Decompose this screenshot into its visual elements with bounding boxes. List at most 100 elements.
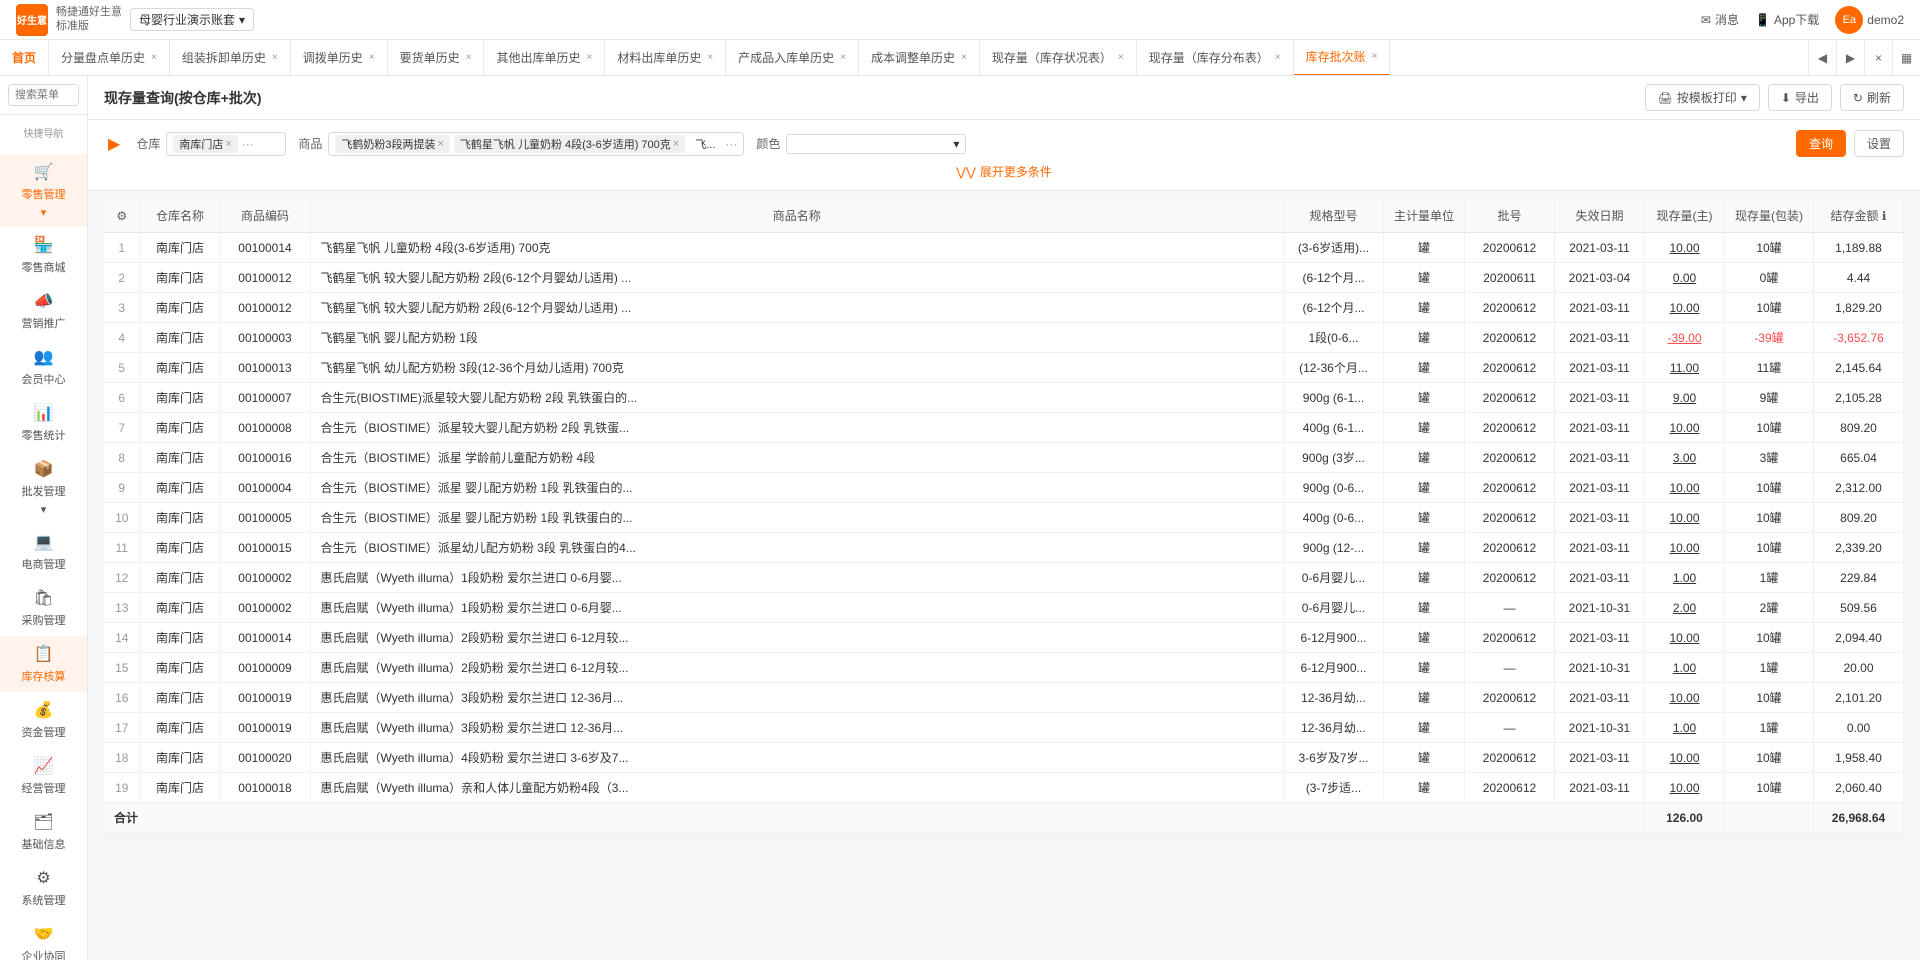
tab-diaopo[interactable]: 调拨单历史 × bbox=[291, 40, 388, 76]
cell-expire: 2021-03-11 bbox=[1555, 413, 1645, 443]
cell-amount: 2,312.00 bbox=[1814, 473, 1904, 503]
cell-unit: 罐 bbox=[1383, 653, 1464, 683]
cell-qty-pkg: 3罐 bbox=[1725, 443, 1814, 473]
tab-kucun-pici[interactable]: 库存批次账 × bbox=[1294, 40, 1391, 76]
sidebar-item-retail-stats[interactable]: 📊 零售统计 bbox=[0, 395, 87, 451]
cell-qty[interactable]: 10.00 bbox=[1645, 533, 1725, 563]
close-icon[interactable]: × bbox=[840, 52, 846, 63]
search-input[interactable] bbox=[8, 84, 79, 106]
sidebar-item-finance[interactable]: 💰 资金管理 bbox=[0, 692, 87, 748]
tab-qita-chuku[interactable]: 其他出库单历史 × bbox=[484, 40, 605, 76]
cell-qty[interactable]: 10.00 bbox=[1645, 233, 1725, 263]
sidebar-item-inventory[interactable]: 📋 库存核算 bbox=[0, 636, 87, 692]
tab-menu-button[interactable]: ▦ bbox=[1892, 40, 1920, 76]
sidebar-item-system[interactable]: ⚙ 系统管理 bbox=[0, 860, 87, 916]
remove-goods-tag-2[interactable]: × bbox=[673, 138, 679, 150]
goods-more[interactable]: ··· bbox=[725, 137, 737, 151]
cell-qty[interactable]: 1.00 bbox=[1645, 653, 1725, 683]
filter-expand-arrow[interactable]: ▶ bbox=[104, 134, 124, 154]
settings-icon[interactable]: ⚙ bbox=[116, 209, 127, 223]
remove-goods-tag-1[interactable]: × bbox=[437, 138, 443, 150]
user-profile[interactable]: Ea demo2 bbox=[1835, 6, 1904, 34]
sidebar-item-ecommerce[interactable]: 💻 电商管理 bbox=[0, 524, 87, 580]
cell-warehouse: 南库门店 bbox=[140, 713, 220, 743]
query-button[interactable]: 查询 bbox=[1796, 130, 1846, 157]
tab-next-button[interactable]: ▶ bbox=[1836, 40, 1864, 76]
tab-yaohuo[interactable]: 要货单历史 × bbox=[388, 40, 485, 76]
tab-chanchengpin[interactable]: 产成品入库单历史 × bbox=[726, 40, 859, 76]
sidebar-item-retail[interactable]: 🛒 零售管理 ▾ bbox=[0, 154, 87, 227]
remove-warehouse-tag[interactable]: × bbox=[225, 138, 231, 150]
app-download-button[interactable]: 📱 App下载 bbox=[1755, 11, 1819, 28]
sidebar-item-mall[interactable]: 🏪 零售商城 bbox=[0, 227, 87, 283]
table-container: ⚙ 仓库名称 商品编码 商品名称 规格型号 主计量单位 批号 失效日期 现存量(… bbox=[88, 191, 1920, 960]
cell-expire: 2021-03-11 bbox=[1555, 353, 1645, 383]
template-print-button[interactable]: 🖨 按模板打印 ▾ bbox=[1645, 84, 1760, 111]
cell-qty[interactable]: 1.00 bbox=[1645, 713, 1725, 743]
cell-qty[interactable]: 10.00 bbox=[1645, 743, 1725, 773]
cell-amount: 0.00 bbox=[1814, 713, 1904, 743]
close-icon[interactable]: × bbox=[369, 52, 375, 63]
tab-chengben[interactable]: 成本调整单历史 × bbox=[859, 40, 980, 76]
tab-close-all-button[interactable]: × bbox=[1864, 40, 1892, 76]
sidebar-item-marketing[interactable]: 📣 营销推广 bbox=[0, 283, 87, 339]
close-icon[interactable]: × bbox=[466, 52, 472, 63]
th-settings[interactable]: ⚙ bbox=[104, 199, 140, 233]
tab-prev-button[interactable]: ◀ bbox=[1808, 40, 1836, 76]
cell-qty[interactable]: 10.00 bbox=[1645, 623, 1725, 653]
sidebar-item-wholesale[interactable]: 📦 批发管理 ▾ bbox=[0, 451, 87, 524]
cell-qty[interactable]: 10.00 bbox=[1645, 293, 1725, 323]
refresh-button[interactable]: ↻ 刷新 bbox=[1840, 84, 1904, 111]
goods-tag-group[interactable]: 飞鹤奶粉3段两提装 × 飞鹤星飞帆 儿童奶粉 4段(3-6岁适用) 700克 ×… bbox=[328, 132, 744, 156]
tab-xiancunliang-fen[interactable]: 现存量（库存分布表） × bbox=[1137, 40, 1294, 76]
tab-home[interactable]: 首页 bbox=[0, 40, 49, 76]
download-icon: 📱 bbox=[1755, 13, 1770, 27]
th-code: 商品编码 bbox=[220, 199, 310, 233]
settings-button[interactable]: 设置 bbox=[1854, 130, 1904, 157]
export-button[interactable]: ⬇ 导出 bbox=[1768, 84, 1832, 111]
cell-qty[interactable]: 10.00 bbox=[1645, 773, 1725, 803]
warehouse-select[interactable]: 母婴行业演示账套 ▾ bbox=[130, 8, 254, 31]
tab-xiancunliang-zhuang[interactable]: 现存量（库存状况表） × bbox=[980, 40, 1137, 76]
close-icon[interactable]: × bbox=[151, 52, 157, 63]
cell-name: 惠氏启赋（Wyeth illuma）1段奶粉 爱尔兰进口 0-6月婴... bbox=[310, 563, 1283, 593]
cell-qty[interactable]: 0.00 bbox=[1645, 263, 1725, 293]
close-icon[interactable]: × bbox=[707, 52, 713, 63]
warehouse-more[interactable]: ··· bbox=[242, 137, 254, 151]
cell-qty[interactable]: 3.00 bbox=[1645, 443, 1725, 473]
purchase-icon: 🛍 bbox=[33, 588, 53, 608]
cell-qty[interactable]: 10.00 bbox=[1645, 413, 1725, 443]
cell-qty[interactable]: 9.00 bbox=[1645, 383, 1725, 413]
message-button[interactable]: ✉ 消息 bbox=[1701, 11, 1739, 28]
tab-fenliang[interactable]: 分量盘点单历史 × bbox=[49, 40, 170, 76]
tab-nav-buttons: ◀ ▶ × ▦ bbox=[1808, 40, 1920, 76]
cell-qty[interactable]: -39.00 bbox=[1645, 323, 1725, 353]
close-icon[interactable]: × bbox=[961, 52, 967, 63]
close-icon[interactable]: × bbox=[1118, 52, 1124, 63]
expand-more-button[interactable]: ⋁⋁ 展开更多条件 bbox=[104, 157, 1904, 180]
sidebar-item-operation[interactable]: 📈 经营管理 bbox=[0, 748, 87, 804]
cell-unit: 罐 bbox=[1383, 503, 1464, 533]
warehouse-tag-group[interactable]: 南库门店 × ··· bbox=[166, 132, 286, 156]
cell-qty[interactable]: 10.00 bbox=[1645, 473, 1725, 503]
cell-qty[interactable]: 2.00 bbox=[1645, 593, 1725, 623]
wholesale-icon: 📦 bbox=[34, 459, 54, 479]
sidebar-item-member[interactable]: 👥 会员中心 bbox=[0, 339, 87, 395]
sidebar-item-purchase[interactable]: 🛍 采购管理 bbox=[0, 580, 87, 636]
cell-expire: 2021-03-11 bbox=[1555, 623, 1645, 653]
tab-zuzhuang[interactable]: 组装拆卸单历史 × bbox=[170, 40, 291, 76]
color-tag-group[interactable]: ▾ bbox=[786, 134, 966, 154]
close-icon[interactable]: × bbox=[272, 52, 278, 63]
cell-qty[interactable]: 10.00 bbox=[1645, 503, 1725, 533]
close-icon[interactable]: × bbox=[586, 52, 592, 63]
sidebar-item-basic[interactable]: 🗂 基础信息 bbox=[0, 804, 87, 860]
cell-unit: 罐 bbox=[1383, 623, 1464, 653]
cell-qty[interactable]: 10.00 bbox=[1645, 683, 1725, 713]
tab-cailiao-chuku[interactable]: 材料出库单历史 × bbox=[605, 40, 726, 76]
close-icon[interactable]: × bbox=[1372, 51, 1378, 62]
cell-qty[interactable]: 11.00 bbox=[1645, 353, 1725, 383]
cell-qty[interactable]: 1.00 bbox=[1645, 563, 1725, 593]
table-row: 9 南库门店 00100004 合生元（BIOSTIME）派星 婴儿配方奶粉 1… bbox=[104, 473, 1904, 503]
close-icon[interactable]: × bbox=[1275, 52, 1281, 63]
sidebar-item-enterprise[interactable]: 🤝 企业协同 bbox=[0, 916, 87, 960]
